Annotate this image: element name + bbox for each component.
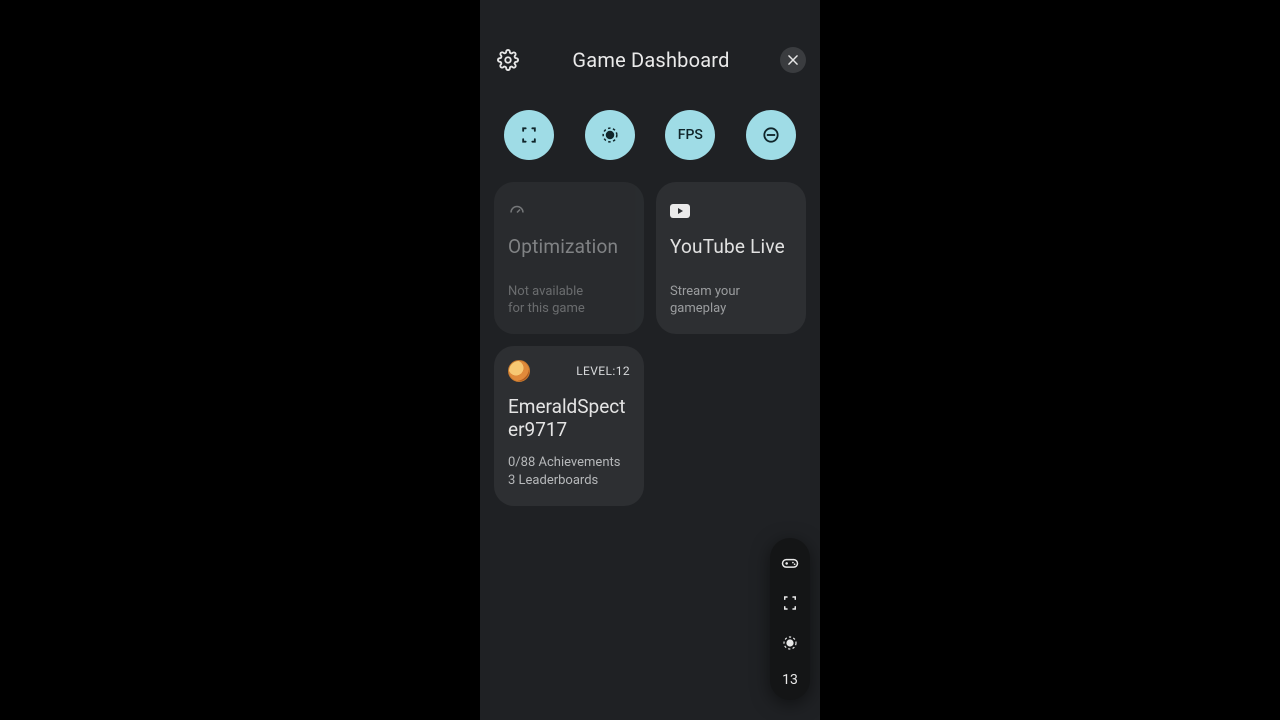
app-stage: Game Dashboard FPS xyxy=(0,0,1280,720)
optimization-title: Optimization xyxy=(508,236,630,258)
avatar xyxy=(508,360,530,382)
achievements-line: 0/88 Achievements xyxy=(508,454,630,472)
youtube-icon xyxy=(670,200,792,222)
header: Game Dashboard xyxy=(494,0,806,84)
fps-button[interactable]: FPS xyxy=(665,110,715,160)
username: EmeraldSpecter9717 xyxy=(508,396,630,442)
profile-top-row: LEVEL:12 xyxy=(508,360,630,382)
fps-label: FPS xyxy=(678,127,703,143)
settings-button[interactable] xyxy=(494,46,522,74)
floating-counter: 13 xyxy=(782,672,798,688)
quick-actions-row: FPS xyxy=(494,84,806,182)
youtube-subtitle: Stream your gameplay xyxy=(670,283,792,318)
close-icon xyxy=(786,53,800,67)
optimization-subtitle: Not available for this game xyxy=(508,283,630,318)
optimization-card: Optimization Not available for this game xyxy=(494,182,644,334)
screenshot-icon xyxy=(781,594,799,612)
game-controller-button[interactable] xyxy=(779,552,801,574)
screenshot-button[interactable] xyxy=(504,110,554,160)
optimization-sub-line2: for this game xyxy=(508,301,585,316)
do-not-disturb-icon xyxy=(761,125,781,145)
record-icon xyxy=(600,125,620,145)
page-title: Game Dashboard xyxy=(572,48,729,72)
floating-screenshot-button[interactable] xyxy=(779,592,801,614)
gear-icon xyxy=(497,49,519,71)
leaderboards-line: 3 Leaderboards xyxy=(508,472,630,490)
cards-grid: Optimization Not available for this game… xyxy=(494,182,806,334)
record-button[interactable] xyxy=(585,110,635,160)
profile-card[interactable]: LEVEL:12 EmeraldSpecter9717 0/88 Achieve… xyxy=(494,346,644,506)
optimization-sub-line1: Not available xyxy=(508,284,583,299)
close-button[interactable] xyxy=(780,47,806,73)
game-controller-icon xyxy=(780,553,800,573)
record-icon xyxy=(781,634,799,652)
screenshot-icon xyxy=(519,125,539,145)
youtube-title: YouTube Live xyxy=(670,236,792,258)
do-not-disturb-button[interactable] xyxy=(746,110,796,160)
youtube-live-card[interactable]: YouTube Live Stream your gameplay xyxy=(656,182,806,334)
speedometer-icon xyxy=(508,200,630,222)
floating-toolbar: 13 xyxy=(770,538,810,700)
floating-record-button[interactable] xyxy=(779,632,801,654)
level-badge: LEVEL:12 xyxy=(576,364,630,378)
game-dashboard-panel: Game Dashboard FPS xyxy=(480,0,820,720)
profile-stats: 0/88 Achievements 3 Leaderboards xyxy=(508,454,630,490)
